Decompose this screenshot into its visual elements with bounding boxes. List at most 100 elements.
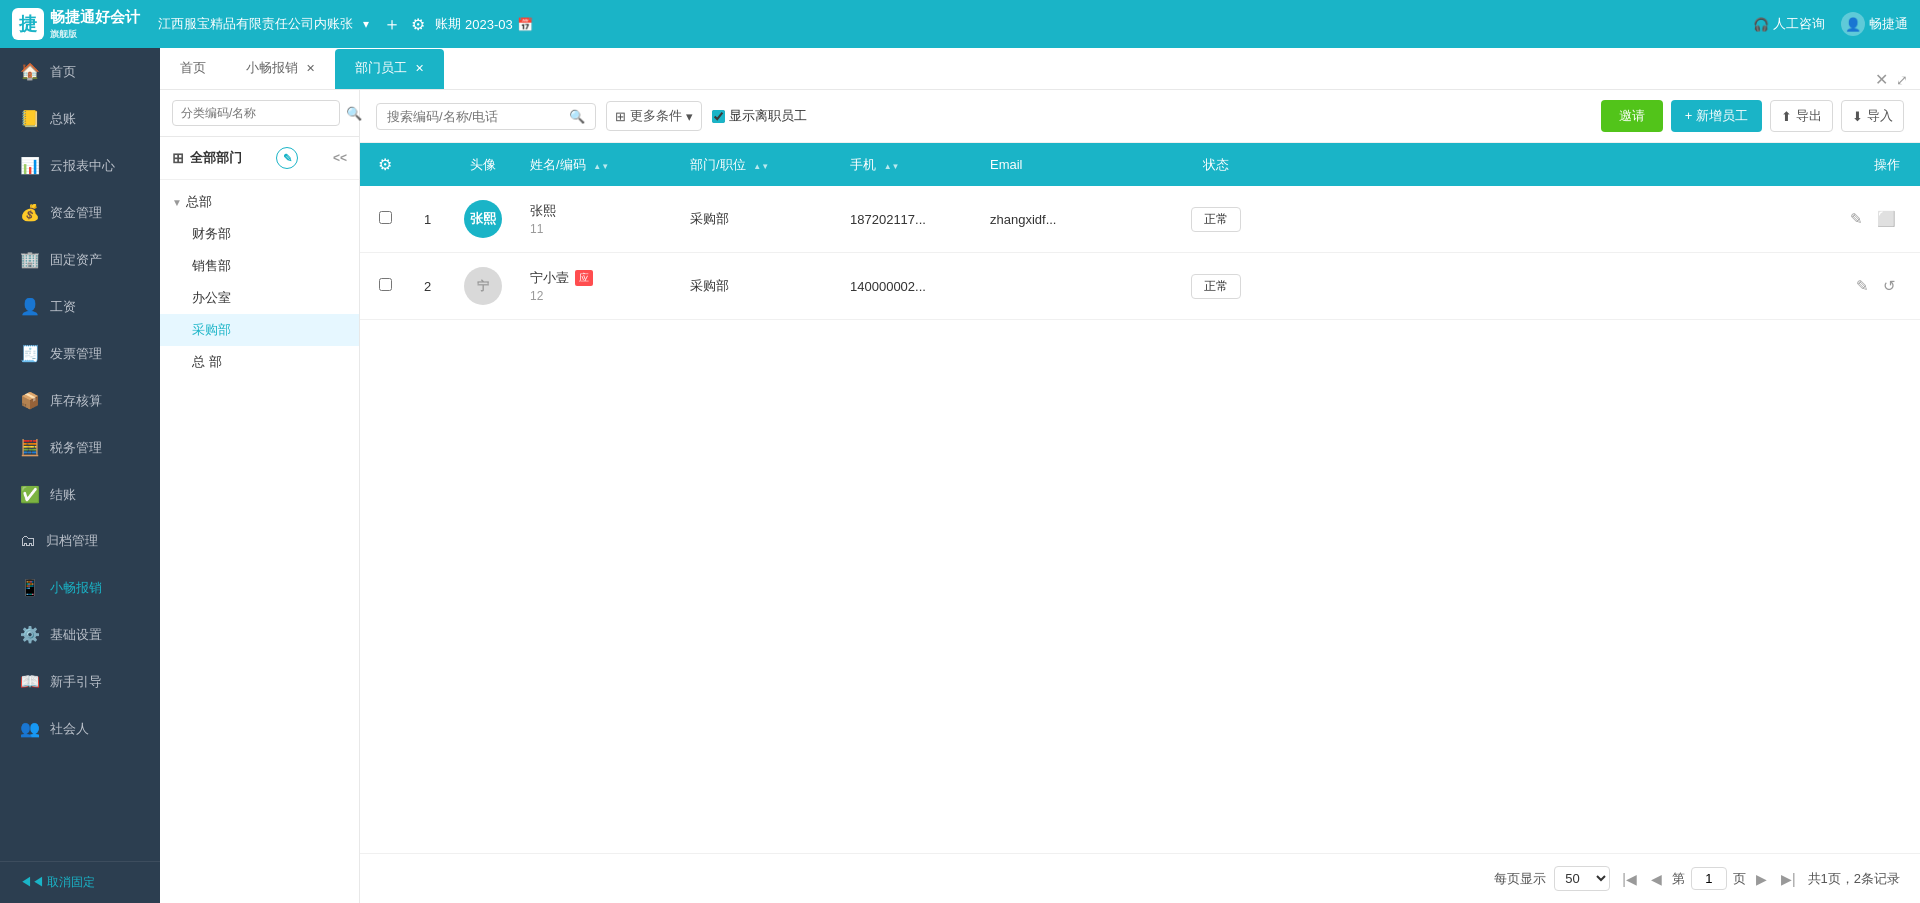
period-label: 账期: [435, 15, 461, 33]
add-employee-button[interactable]: + 新增员工: [1671, 100, 1762, 132]
sidebar-label-guide: 新手引导: [50, 673, 102, 691]
row2-dept: 采购部: [676, 253, 836, 320]
dept-search-input[interactable]: [172, 100, 340, 126]
row1-more-icon[interactable]: ⬜: [1877, 210, 1896, 228]
row2-no: 2: [410, 253, 450, 320]
sidebar-item-funds[interactable]: 💰 资金管理: [0, 189, 160, 236]
row2-refresh-icon[interactable]: ↺: [1883, 277, 1896, 295]
row2-avatar-circle: 宁: [464, 267, 502, 305]
home-icon: 🏠: [20, 62, 40, 81]
period-value[interactable]: 2023-03: [465, 17, 513, 32]
th-name[interactable]: 姓名/编码 ▲▼: [516, 143, 676, 186]
company-dropdown-icon[interactable]: ▾: [363, 17, 369, 31]
service-button[interactable]: 🎧 人工咨询: [1753, 15, 1825, 33]
dept-all-button[interactable]: ⊞ 全部部门 ✎ <<: [160, 137, 359, 180]
tab-expense-close-icon[interactable]: ✕: [306, 62, 315, 75]
sidebar-item-ledger[interactable]: 📒 总账: [0, 95, 160, 142]
company-name[interactable]: 江西服宝精品有限责任公司内账张: [158, 15, 353, 33]
headset-icon: 🎧: [1753, 17, 1769, 32]
payroll-icon: 👤: [20, 297, 40, 316]
sidebar-label-social: 社会人: [50, 720, 89, 738]
dept-edit-button[interactable]: ✎: [276, 147, 298, 169]
unpin-label: ◀◀ 取消固定: [20, 874, 95, 891]
row2-email: [976, 253, 1156, 320]
th-dept[interactable]: 部门/职位 ▲▼: [676, 143, 836, 186]
window-controls: ✕ ⤢: [1875, 70, 1920, 89]
invoice-icon: 🧾: [20, 344, 40, 363]
tab-expense[interactable]: 小畅报销 ✕: [226, 49, 335, 89]
sidebar-label-close: 结账: [50, 486, 76, 504]
employee-search-input[interactable]: [387, 109, 563, 124]
filter-icon: ⊞: [615, 109, 626, 124]
employee-search-icon[interactable]: 🔍: [569, 109, 585, 124]
filter-dropdown-icon: ▾: [686, 109, 693, 124]
dept-node-procurement[interactable]: 采购部: [160, 314, 359, 346]
app-logo: 捷 畅捷通好会计 旗舰版: [12, 8, 140, 41]
row2-checkbox[interactable]: [379, 278, 392, 291]
th-email: Email: [976, 143, 1156, 186]
prev-page-button[interactable]: ◀: [1647, 869, 1666, 889]
sidebar-label-archive: 归档管理: [46, 532, 98, 550]
dept-node-office[interactable]: 办公室: [160, 282, 359, 314]
sidebar-item-assets[interactable]: 🏢 固定资产: [0, 236, 160, 283]
column-settings-icon[interactable]: ⚙: [378, 156, 392, 173]
next-page-button[interactable]: ▶: [1752, 869, 1771, 889]
window-close-icon[interactable]: ✕: [1875, 70, 1888, 89]
logo-icon: 捷: [12, 8, 44, 40]
th-phone[interactable]: 手机 ▲▼: [836, 143, 976, 186]
tab-home[interactable]: 首页: [160, 49, 226, 89]
per-page-select[interactable]: 50 100 200: [1554, 866, 1610, 891]
row1-checkbox[interactable]: [379, 211, 392, 224]
row2-edit-icon[interactable]: ✎: [1856, 277, 1869, 295]
window-expand-icon[interactable]: ⤢: [1896, 72, 1908, 88]
filter-button[interactable]: ⊞ 更多条件 ▾: [606, 101, 702, 131]
dept-node-headquarter[interactable]: ▼ 总部: [160, 186, 359, 218]
sidebar-item-guide[interactable]: 📖 新手引导: [0, 658, 160, 705]
dept-node-finance[interactable]: 财务部: [160, 218, 359, 250]
sidebar-item-close[interactable]: ✅ 结账: [0, 471, 160, 518]
row2-status: 正常: [1156, 253, 1276, 320]
content-area: 首页 小畅报销 ✕ 部门员工 ✕ ✕ ⤢ 🔍: [160, 48, 1920, 903]
calendar-icon[interactable]: 📅: [517, 17, 533, 32]
first-page-button[interactable]: |◀: [1618, 869, 1641, 889]
employee-table-container: ⚙ 头像 姓名/编码 ▲▼: [360, 143, 1920, 853]
tab-department-close-icon[interactable]: ✕: [415, 62, 424, 75]
sidebar-item-inventory[interactable]: 📦 库存核算: [0, 377, 160, 424]
dept-node-general[interactable]: 总 部: [160, 346, 359, 378]
row1-edit-icon[interactable]: ✎: [1850, 210, 1863, 228]
dept-all-label: 全部部门: [190, 149, 242, 167]
dept-search-area: 🔍: [160, 90, 359, 137]
dept-collapse-icon[interactable]: <<: [333, 151, 347, 165]
employee-search-box: 🔍: [376, 103, 596, 130]
import-button[interactable]: ⬇ 导入: [1841, 100, 1904, 132]
table-row: 2 宁 宁小壹 应: [360, 253, 1920, 320]
sidebar-item-expense[interactable]: 📱 小畅报销: [0, 564, 160, 611]
row1-status-badge: 正常: [1191, 207, 1241, 232]
sidebar-item-home[interactable]: 🏠 首页: [0, 48, 160, 95]
show-resigned-checkbox[interactable]: [712, 110, 725, 123]
service-label: 人工咨询: [1773, 15, 1825, 33]
sidebar-item-archive[interactable]: 🗂 归档管理: [0, 518, 160, 564]
add-company-icon[interactable]: ＋: [383, 12, 401, 36]
page-label-before: 第: [1672, 870, 1685, 888]
dept-finance-label: 财务部: [192, 225, 231, 243]
dept-node-sales[interactable]: 销售部: [160, 250, 359, 282]
export-button[interactable]: ⬆ 导出: [1770, 100, 1833, 132]
dept-arrow-icon: ▼: [172, 197, 182, 208]
unpin-button[interactable]: ◀◀ 取消固定: [0, 861, 160, 903]
phone-sort-icon: ▲▼: [884, 163, 900, 171]
sidebar-item-invoice[interactable]: 🧾 发票管理: [0, 330, 160, 377]
invite-button[interactable]: 邀请: [1601, 100, 1663, 132]
sidebar-item-social[interactable]: 👥 社会人: [0, 705, 160, 752]
settings-icon[interactable]: ⚙: [411, 15, 425, 34]
user-info[interactable]: 👤 畅捷通: [1841, 12, 1908, 36]
tab-department[interactable]: 部门员工 ✕: [335, 49, 444, 89]
page-label: 页: [1733, 870, 1746, 888]
sidebar-item-reports[interactable]: 📊 云报表中心: [0, 142, 160, 189]
last-page-button[interactable]: ▶|: [1777, 869, 1800, 889]
show-resigned-checkbox-area[interactable]: 显示离职员工: [712, 107, 807, 125]
sidebar-item-settings[interactable]: ⚙️ 基础设置: [0, 611, 160, 658]
sidebar-item-payroll[interactable]: 👤 工资: [0, 283, 160, 330]
current-page-input[interactable]: 1: [1691, 867, 1727, 890]
sidebar-item-tax[interactable]: 🧮 税务管理: [0, 424, 160, 471]
